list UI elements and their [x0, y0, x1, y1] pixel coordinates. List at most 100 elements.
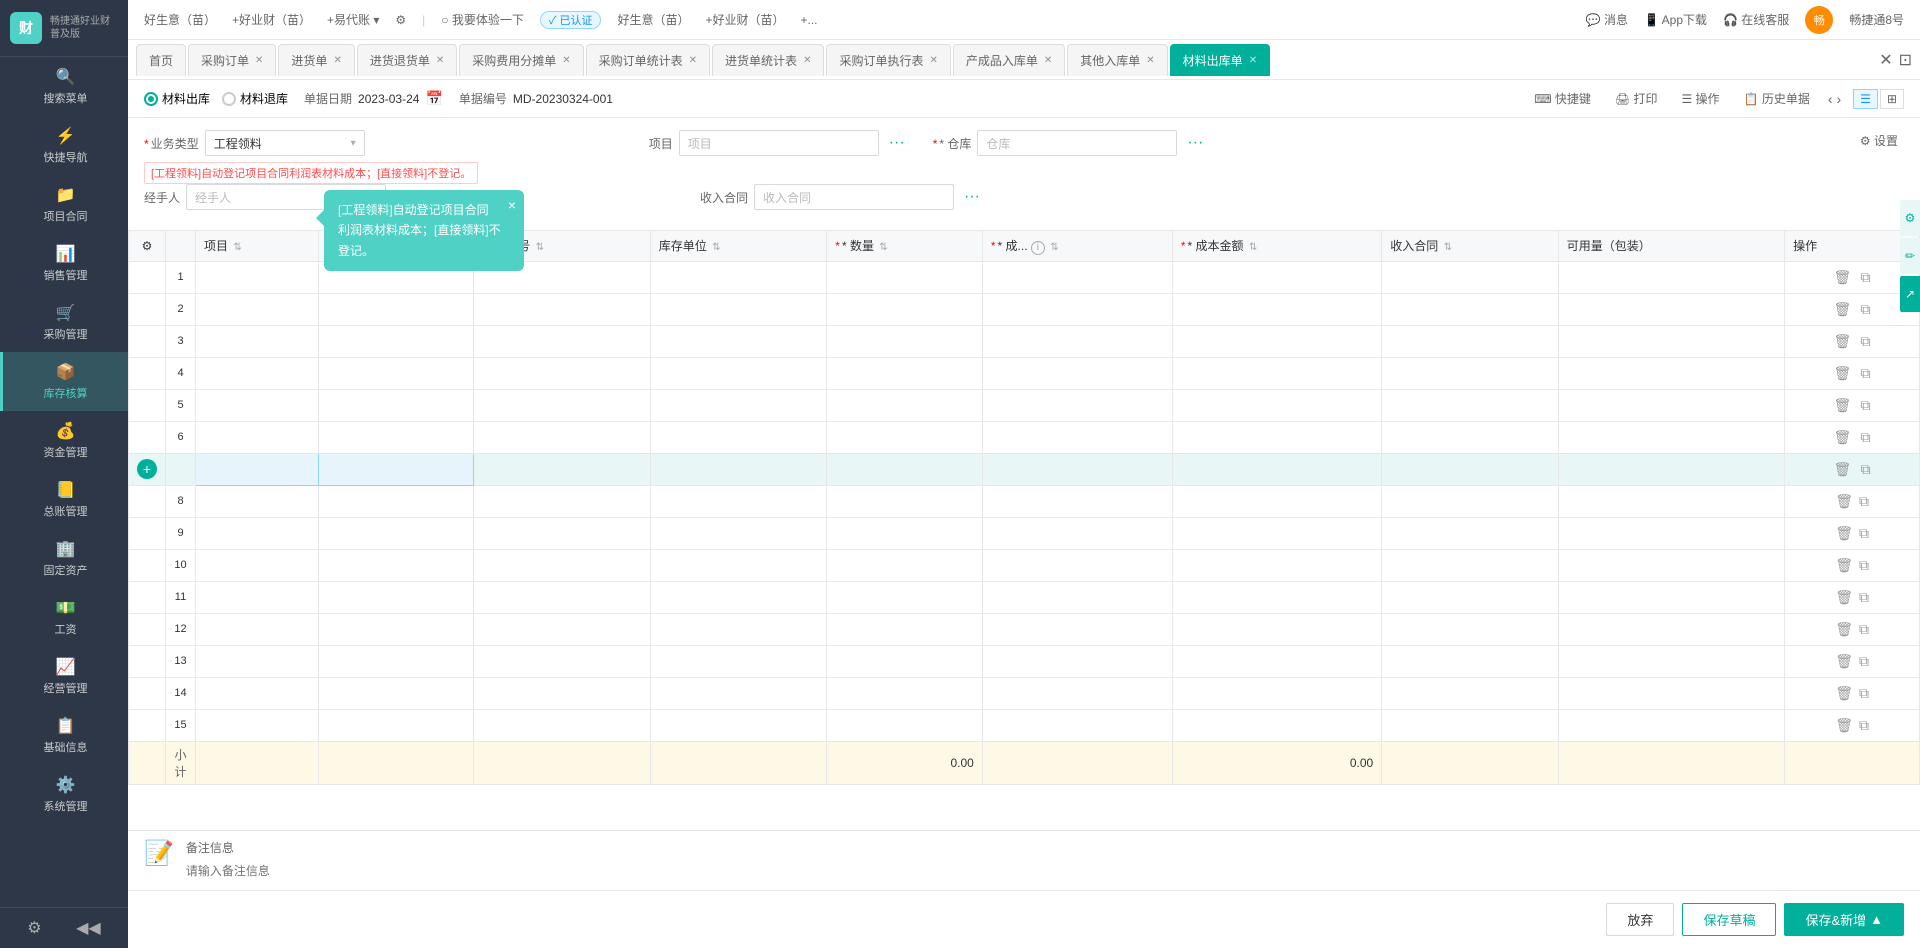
next-arrow[interactable]: › — [1837, 91, 1842, 107]
tab-close-purchase-in[interactable]: ✕ — [333, 55, 341, 66]
td-available-2[interactable] — [1558, 293, 1784, 325]
tab-purchase-return[interactable]: 进货退货单 ✕ — [357, 44, 457, 76]
user-avatar[interactable]: 畅 — [1805, 6, 1833, 34]
sidebar-item-inventory[interactable]: 📦 库存核算 — [0, 352, 128, 411]
radio-material-return[interactable]: 材料退库 — [222, 90, 288, 107]
business-type-select[interactable]: 工程领料 ▾ — [205, 130, 365, 156]
view-grid-btn[interactable]: ⊞ — [1880, 89, 1904, 109]
project-select[interactable]: 项目 — [679, 130, 879, 156]
topbar-nav-yidaizhang[interactable]: +易代账 ▾ — [327, 11, 379, 28]
td-quantity-2[interactable] — [827, 293, 983, 325]
td-spec-4[interactable] — [474, 357, 651, 389]
td-inventory-5[interactable] — [318, 389, 474, 421]
td-project-7[interactable] — [196, 453, 319, 485]
tab-material-out[interactable]: 材料出库单 ✕ — [1170, 44, 1270, 76]
warehouse-dots-btn[interactable]: ··· — [1183, 134, 1207, 152]
sidebar-item-payroll[interactable]: 💵 工资 — [0, 588, 128, 647]
save-new-dropdown-icon[interactable]: ▲ — [1870, 912, 1883, 927]
tab-purchase-in[interactable]: 进货单 ✕ — [278, 44, 354, 76]
td-inventory-4[interactable] — [318, 357, 474, 389]
tooltip-close-btn[interactable]: × — [508, 194, 516, 218]
delete-row-9-btn[interactable]: 🗑 — [1832, 525, 1856, 541]
topbar-customer-service-btn[interactable]: 🎧 在线客服 — [1723, 11, 1789, 28]
td-cost-3[interactable] — [982, 325, 1172, 357]
td-available-7[interactable] — [1558, 453, 1784, 485]
td-quantity-5[interactable] — [827, 389, 983, 421]
copy-row-1-btn[interactable]: ⧉ — [1858, 269, 1874, 285]
td-cost-amount-5[interactable] — [1172, 389, 1381, 421]
topbar-nav-haoShengYi[interactable]: 好生意（苗） — [144, 11, 216, 28]
tab-home[interactable]: 首页 — [136, 44, 186, 76]
copy-row-13-btn[interactable]: ⧉ — [1856, 653, 1872, 669]
prev-arrow[interactable]: ‹ — [1828, 91, 1833, 107]
copy-row-4-btn[interactable]: ⧉ — [1858, 365, 1874, 381]
delete-row-8-btn[interactable]: 🗑 — [1832, 493, 1856, 509]
delete-row-11-btn[interactable]: 🗑 — [1832, 589, 1856, 605]
tab-restore[interactable]: ⊡ — [1899, 50, 1912, 70]
calendar-icon[interactable]: 📅 — [425, 90, 442, 107]
project-dots-btn[interactable]: ··· — [885, 134, 909, 152]
user-name[interactable]: 畅捷通8号 — [1849, 11, 1904, 28]
topbar-settings-icon[interactable]: ⚙ — [395, 13, 406, 27]
right-panel-btn-3[interactable]: ↗ — [1900, 276, 1920, 312]
td-income-contract-6[interactable] — [1382, 421, 1559, 453]
save-new-button[interactable]: 保存&新增 ▲ — [1784, 903, 1904, 936]
td-unit-7[interactable] — [650, 453, 827, 485]
td-cost-2[interactable] — [982, 293, 1172, 325]
copy-row-12-btn[interactable]: ⧉ — [1856, 621, 1872, 637]
delete-row-10-btn[interactable]: 🗑 — [1832, 557, 1856, 573]
income-contract-select[interactable]: 收入合同 — [754, 184, 954, 210]
topbar-nav-haoShengYi2[interactable]: 好生意（苗） — [617, 11, 689, 28]
td-quantity-3[interactable] — [827, 325, 983, 357]
td-cost-amount-3[interactable] — [1172, 325, 1381, 357]
td-quantity-7[interactable] — [827, 453, 983, 485]
td-inventory-7[interactable] — [318, 453, 474, 485]
tab-purchase-exec[interactable]: 采购订单执行表 ✕ — [826, 44, 950, 76]
delete-row-6-btn[interactable]: 🗑 — [1831, 429, 1855, 445]
sidebar-item-accounting[interactable]: 📒 总账管理 — [0, 470, 128, 529]
td-cost-amount-7[interactable] — [1172, 453, 1381, 485]
tab-close-other-in[interactable]: ✕ — [1146, 55, 1154, 66]
tab-close-finished-goods[interactable]: ✕ — [1044, 55, 1052, 66]
income-contract-dots-btn[interactable]: ··· — [960, 188, 984, 206]
td-inventory-2[interactable] — [318, 293, 474, 325]
delete-row-2-btn[interactable]: 🗑 — [1831, 301, 1855, 317]
td-cost-1[interactable] — [982, 261, 1172, 293]
copy-row-2-btn[interactable]: ⧉ — [1858, 301, 1874, 317]
tab-in-stat[interactable]: 进货单统计表 ✕ — [712, 44, 824, 76]
tab-purchase-stat[interactable]: 采购订单统计表 ✕ — [586, 44, 710, 76]
tab-purchase-fee[interactable]: 采购费用分摊单 ✕ — [459, 44, 583, 76]
td-inventory-6[interactable] — [318, 421, 474, 453]
shortcut-key-btn[interactable]: ⌨ 快捷键 — [1528, 88, 1597, 109]
topbar-nav-more[interactable]: +... — [801, 13, 818, 27]
td-cost-amount-1[interactable] — [1172, 261, 1381, 293]
td-available-6[interactable] — [1558, 421, 1784, 453]
td-spec-2[interactable] — [474, 293, 651, 325]
td-available-3[interactable] — [1558, 325, 1784, 357]
td-quantity-6[interactable] — [827, 421, 983, 453]
copy-row-10-btn[interactable]: ⧉ — [1856, 557, 1872, 573]
tab-close-purchase-return[interactable]: ✕ — [436, 55, 444, 66]
td-spec-3[interactable] — [474, 325, 651, 357]
td-income-contract-3[interactable] — [1382, 325, 1559, 357]
td-project-3[interactable] — [196, 325, 319, 357]
delete-row-13-btn[interactable]: 🗑 — [1832, 653, 1856, 669]
td-unit-1[interactable] — [650, 261, 827, 293]
copy-row-3-btn[interactable]: ⧉ — [1858, 333, 1874, 349]
radio-material-out[interactable]: 材料出库 — [144, 90, 210, 107]
td-available-4[interactable] — [1558, 357, 1784, 389]
sidebar-item-search[interactable]: 🔍 搜索菜单 — [0, 57, 128, 116]
add-row-btn[interactable]: + — [137, 459, 157, 479]
td-unit-2[interactable] — [650, 293, 827, 325]
sidebar-item-finance[interactable]: 💰 资金管理 — [0, 411, 128, 470]
td-income-contract-2[interactable] — [1382, 293, 1559, 325]
discard-button[interactable]: 放弃 — [1606, 903, 1674, 936]
sidebar-item-sales[interactable]: 📊 销售管理 — [0, 234, 128, 293]
th-settings[interactable]: ⚙ — [129, 231, 166, 262]
sidebar-item-system[interactable]: ⚙️ 系统管理 — [0, 765, 128, 824]
td-income-contract-7[interactable] — [1382, 453, 1559, 485]
topbar-nav-haoYeCai[interactable]: +好业财（苗） — [232, 11, 311, 28]
copy-row-9-btn[interactable]: ⧉ — [1856, 525, 1872, 541]
delete-row-1-btn[interactable]: 🗑 — [1831, 269, 1855, 285]
td-income-contract-1[interactable] — [1382, 261, 1559, 293]
